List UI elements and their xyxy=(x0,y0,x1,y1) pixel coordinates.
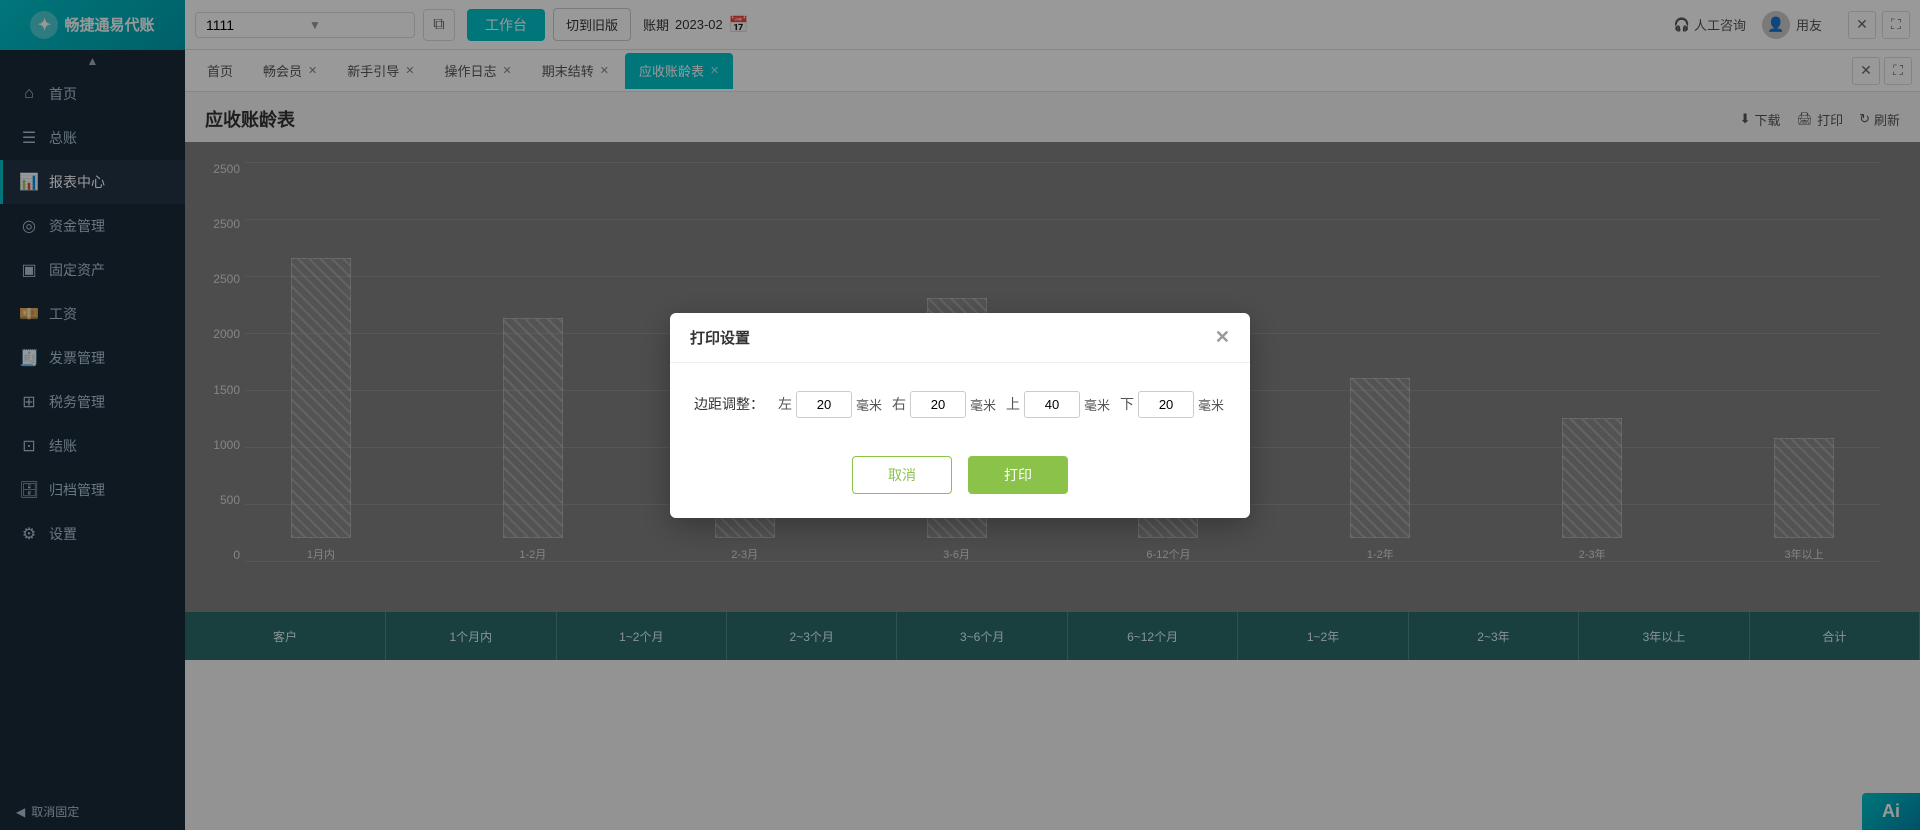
left-unit: 毫米 xyxy=(856,395,882,414)
margin-top-group: 上 毫米 xyxy=(1006,391,1110,418)
modal-overlay: 打印设置 ✕ 边距调整： 左 毫米 右 毫米 上 毫米 xyxy=(0,0,1920,830)
margin-bottom-input[interactable] xyxy=(1138,391,1194,418)
margin-right-input[interactable] xyxy=(910,391,966,418)
print-settings-modal: 打印设置 ✕ 边距调整： 左 毫米 右 毫米 上 毫米 xyxy=(670,313,1250,518)
modal-title: 打印设置 xyxy=(690,327,750,348)
top-label: 上 xyxy=(1006,394,1020,414)
margin-label: 边距调整： xyxy=(694,394,764,414)
modal-footer: 取消 打印 xyxy=(670,446,1250,518)
margin-left-input[interactable] xyxy=(796,391,852,418)
margin-left-group: 左 毫米 xyxy=(778,391,882,418)
modal-body: 边距调整： 左 毫米 右 毫米 上 毫米 下 xyxy=(670,363,1250,446)
margin-right-group: 右 毫米 xyxy=(892,391,996,418)
bottom-label: 下 xyxy=(1120,394,1134,414)
margin-row: 边距调整： 左 毫米 右 毫米 上 毫米 下 xyxy=(694,391,1226,418)
cancel-button[interactable]: 取消 xyxy=(852,456,952,494)
top-unit: 毫米 xyxy=(1084,395,1110,414)
modal-close-button[interactable]: ✕ xyxy=(1215,328,1230,346)
margin-top-input[interactable] xyxy=(1024,391,1080,418)
modal-header: 打印设置 ✕ xyxy=(670,313,1250,363)
margin-bottom-group: 下 毫米 xyxy=(1120,391,1224,418)
left-label: 左 xyxy=(778,394,792,414)
right-label: 右 xyxy=(892,394,906,414)
confirm-print-button[interactable]: 打印 xyxy=(968,456,1068,494)
bottom-unit: 毫米 xyxy=(1198,395,1224,414)
right-unit: 毫米 xyxy=(970,395,996,414)
